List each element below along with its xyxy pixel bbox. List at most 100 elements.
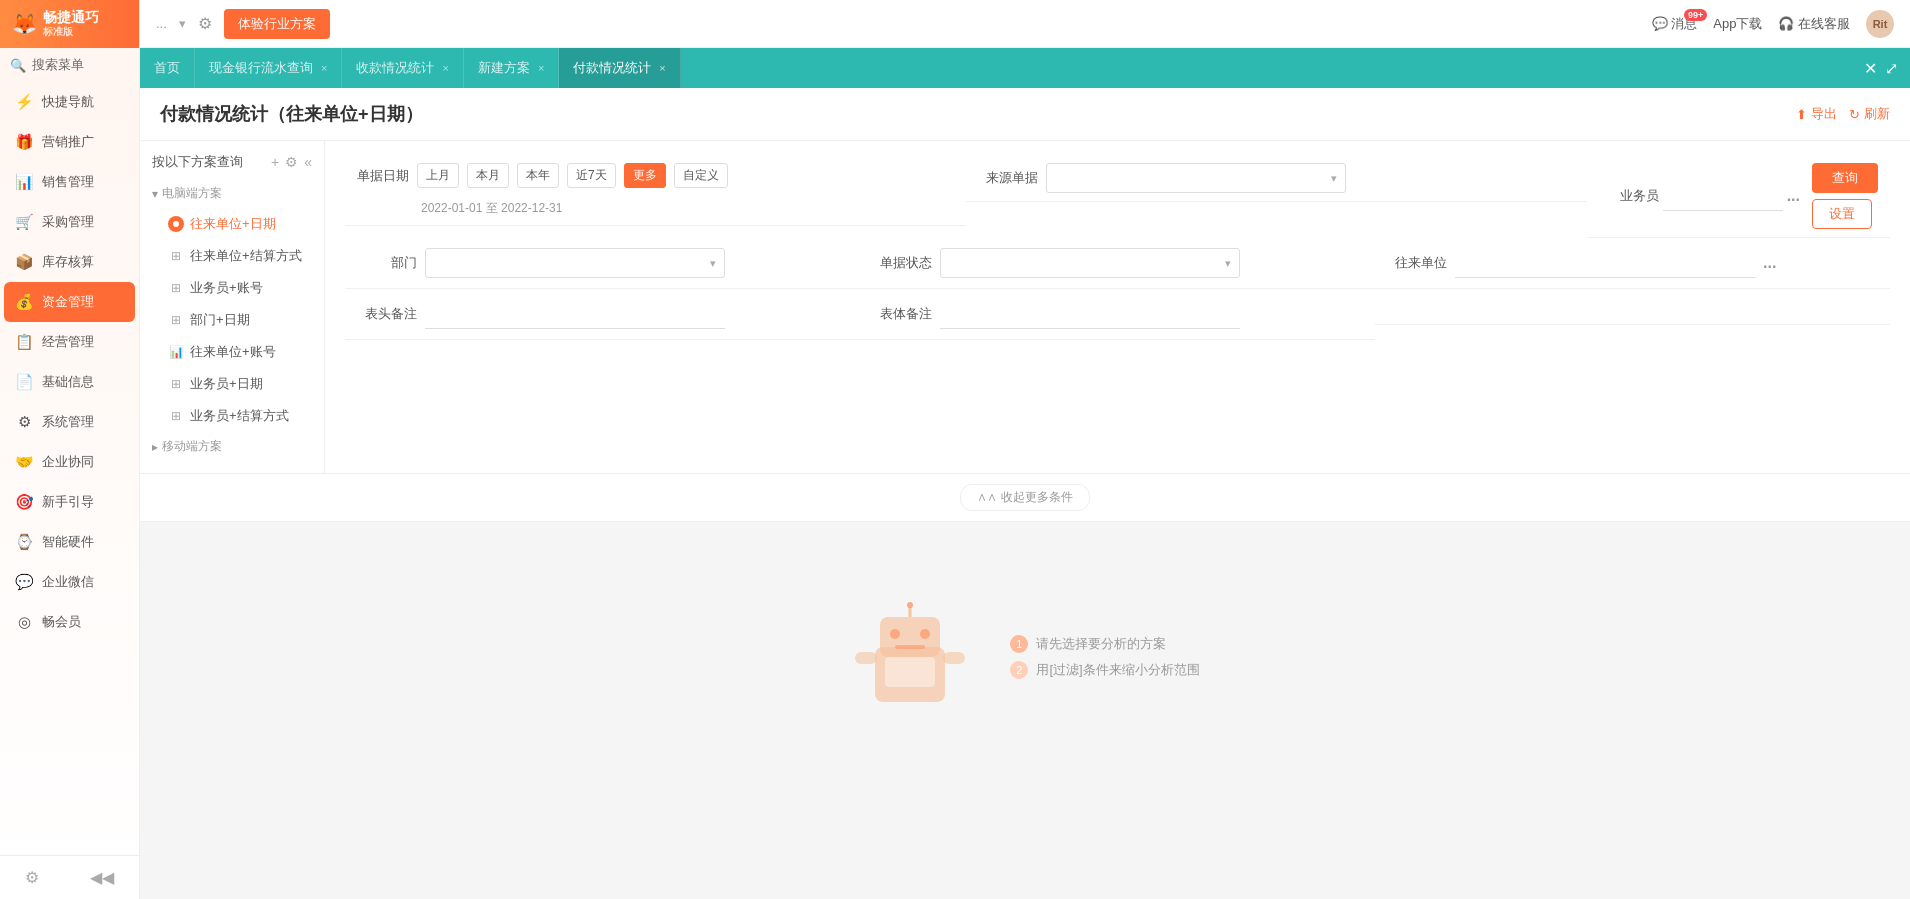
scheme-item-staff-settlement[interactable]: ⊞ 业务员+结算方式 [140,400,324,432]
sidebar-item-wechat[interactable]: 💬 企业微信 [4,562,135,602]
date-filter-cell: 单据日期 上月 本月 本年 近7天 更多 自定义 [345,155,966,226]
date-7days-btn[interactable]: 近7天 [567,163,616,188]
tab-close-receivable[interactable]: × [442,62,448,74]
messages-icon[interactable]: 💬 消息 99+ [1652,15,1698,33]
settings-button[interactable]: 设置 [1812,199,1872,229]
finance-icon: 💰 [14,292,34,312]
svg-point-3 [920,629,930,639]
trial-button[interactable]: 体验行业方案 [224,9,330,39]
tab-close-bank-flow[interactable]: × [321,62,327,74]
unit-ellipsis[interactable]: ... [1763,254,1776,272]
date-this-year-btn[interactable]: 本年 [517,163,559,188]
empty-cell [1375,304,1890,325]
sidebar-item-purchase[interactable]: 🛒 采购管理 [4,202,135,242]
logo-icon: 🦊 [12,12,37,36]
header-note-input[interactable] [425,299,725,329]
tab-new-plan[interactable]: 新建方案× [464,48,559,88]
empty-tip-1: 1 请先选择要分析的方案 [1010,635,1199,653]
filter-area-wrapper: 按以下方案查询 + ⚙ « ▾ 电脑端方案 [140,141,1910,522]
sidebar-item-label-finance: 资金管理 [42,293,94,311]
query-button[interactable]: 查询 [1812,163,1878,193]
sidebar-item-label-member: 畅会员 [42,613,81,631]
scheme-item-staff-date[interactable]: ⊞ 业务员+日期 [140,368,324,400]
quick-nav-icon: ⚡ [14,92,34,112]
scheme-item-unit-date[interactable]: 往来单位+日期 [140,208,324,240]
scheme-panel-header: 按以下方案查询 + ⚙ « [140,153,324,179]
scheme-settings-icon[interactable]: ⚙ [285,154,298,170]
voucher-status-label: 单据状态 [872,254,932,272]
sidebar-collapse-icon[interactable]: ◀◀ [82,864,122,891]
empty-illustration [850,602,970,712]
sidebar-item-member[interactable]: ◎ 畅会员 [4,602,135,642]
sidebar-item-basic-info[interactable]: 📄 基础信息 [4,362,135,402]
sidebar-item-sales[interactable]: 📊 销售管理 [4,162,135,202]
svg-rect-5 [855,652,877,664]
sidebar-item-guide[interactable]: 🎯 新手引导 [4,482,135,522]
sidebar-item-quick-nav[interactable]: ⚡ 快捷导航 [4,82,135,122]
scheme-category-pc[interactable]: ▾ 电脑端方案 [140,179,324,208]
sidebar-item-label-enterprise: 企业协同 [42,453,94,471]
date-more-btn[interactable]: 更多 [624,163,666,188]
sidebar-item-finance[interactable]: 💰 资金管理 [4,282,135,322]
collapse-button[interactable]: ∧∧ 收起更多条件 [960,484,1089,511]
voucher-status-select[interactable]: ▾ [940,248,1240,278]
tab-label-receivable: 收款情况统计 [356,59,434,77]
sidebar-item-hardware[interactable]: ⌚ 智能硬件 [4,522,135,562]
scheme-item-staff-account[interactable]: ⊞ 业务员+账号 [140,272,324,304]
scheme-item-dept-date[interactable]: ⊞ 部门+日期 [140,304,324,336]
tab-close-payment-stat[interactable]: × [659,62,665,74]
logo-badge: 标准版 [43,25,99,39]
topbar-settings-icon[interactable]: ⚙ [198,14,212,33]
header-note-label: 表头备注 [357,305,417,323]
sidebar-search[interactable]: 🔍 搜索菜单 [0,48,139,82]
date-last-month-btn[interactable]: 上月 [417,163,459,188]
tabbar: 首页现金银行流水查询×收款情况统计×新建方案×付款情况统计× ✕ ⤢ [140,48,1910,88]
scheme-panel: 按以下方案查询 + ⚙ « ▾ 电脑端方案 [140,141,325,473]
date-custom-btn[interactable]: 自定义 [674,163,728,188]
scheme-item-unit-settlement[interactable]: ⊞ 往来单位+结算方式 [140,240,324,272]
scheme-add-icon[interactable]: + [271,154,279,170]
close-all-icon[interactable]: ✕ [1864,59,1877,78]
sidebar-item-inventory[interactable]: 📦 库存核算 [4,242,135,282]
maximize-icon[interactable]: ⤢ [1885,59,1898,78]
scheme-category-mobile-label: 移动端方案 [162,438,222,455]
staff-ellipsis[interactable]: ... [1787,187,1800,205]
table-icon: ⊞ [168,377,184,391]
sidebar-item-label-wechat: 企业微信 [42,573,94,591]
sidebar-item-label-purchase: 采购管理 [42,213,94,231]
online-service-link[interactable]: 🎧 在线客服 [1778,15,1850,33]
export-button[interactable]: ⬆ 导出 [1796,105,1837,123]
sidebar-item-operations[interactable]: 📋 经营管理 [4,322,135,362]
scheme-item-label: 业务员+日期 [190,375,263,393]
tab-close-new-plan[interactable]: × [538,62,544,74]
svg-point-2 [890,629,900,639]
scheme-item-unit-account[interactable]: 📊 往来单位+账号 [140,336,324,368]
tab-home[interactable]: 首页 [140,48,195,88]
tab-receivable[interactable]: 收款情况统计 × [342,48,463,88]
sidebar-item-enterprise[interactable]: 🤝 企业协同 [4,442,135,482]
tab-bank-flow[interactable]: 现金银行流水查询× [195,48,342,88]
tab-payment-stat[interactable]: 付款情况统计× [559,48,680,88]
sales-icon: 📊 [14,172,34,192]
topbar-chevron-icon[interactable]: ▾ [179,16,186,31]
body-note-input[interactable] [940,299,1240,329]
staff-input[interactable] [1663,181,1783,211]
chevron-down-icon: ▾ [710,257,716,270]
sidebar-item-system[interactable]: ⚙ 系统管理 [4,402,135,442]
sidebar-item-marketing[interactable]: 🎁 营销推广 [4,122,135,162]
date-this-month-btn[interactable]: 本月 [467,163,509,188]
dept-select[interactable]: ▾ [425,248,725,278]
page-content: 付款情况统计（往来单位+日期） ⬆ 导出 ↻ 刷新 按以下方案查询 [140,88,1910,899]
scheme-category-mobile[interactable]: ▸ 移动端方案 [140,432,324,461]
refresh-button[interactable]: ↻ 刷新 [1849,105,1890,123]
sidebar-settings-icon[interactable]: ⚙ [17,864,47,891]
source-select[interactable]: ▾ [1046,163,1346,193]
unit-input[interactable] [1455,248,1755,278]
export-icon: ⬆ [1796,107,1807,122]
scheme-collapse-icon[interactable]: « [304,154,312,170]
app-download-link[interactable]: App下载 [1713,15,1762,33]
scheme-item-label: 部门+日期 [190,311,250,329]
chevron-down-icon: ▾ [152,187,158,201]
avatar[interactable]: Rit [1866,10,1894,38]
svg-point-8 [907,602,913,608]
